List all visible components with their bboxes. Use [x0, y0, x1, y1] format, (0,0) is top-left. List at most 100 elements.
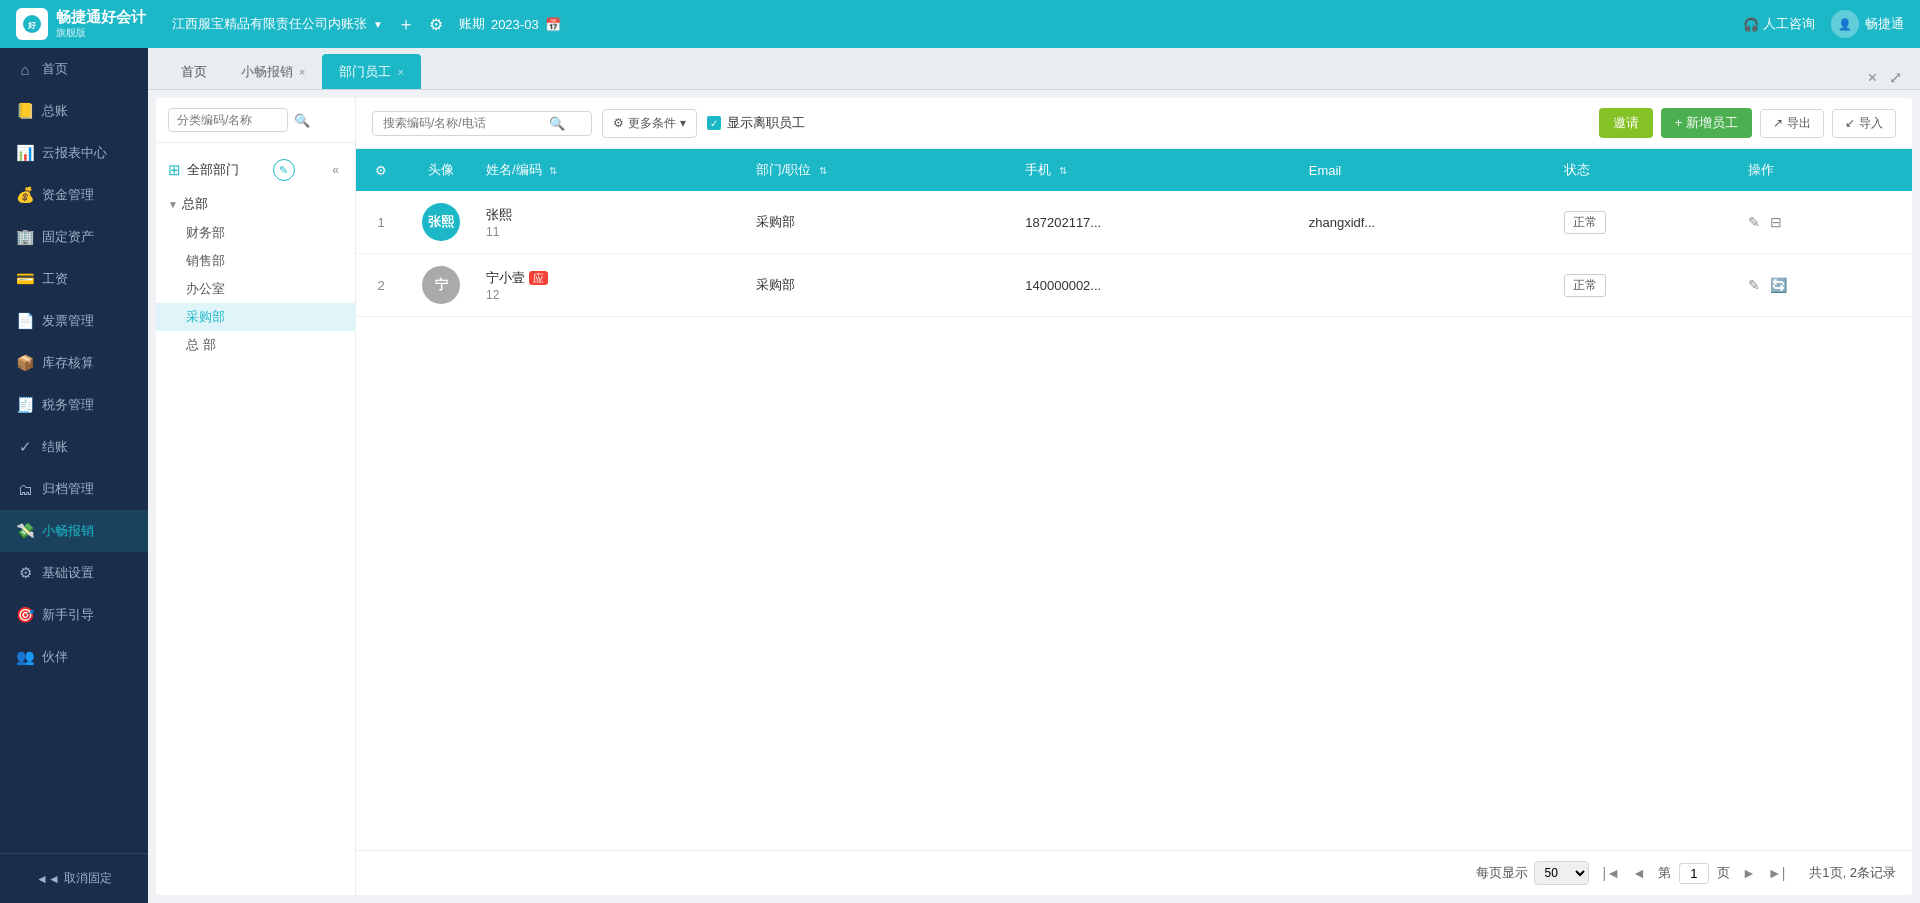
logout-employee-button[interactable]: ⊟: [1770, 214, 1782, 230]
user-profile[interactable]: 👤 畅捷通: [1831, 10, 1904, 38]
window-close-button[interactable]: ×: [1866, 67, 1879, 89]
window-maximize-button[interactable]: ⤢: [1887, 66, 1904, 89]
invoice-icon: 📄: [16, 312, 34, 330]
sidebar-item-inventory[interactable]: 📦 库存核算: [0, 342, 148, 384]
header-add-button[interactable]: ＋: [397, 12, 415, 36]
sidebar-item-expense[interactable]: 💸 小畅报销: [0, 510, 148, 552]
prev-page-button[interactable]: ◄: [1628, 863, 1650, 883]
dept-tree: ⊞ 全部部门 ✎ « ▼ 总部 财务部 销售部 办公室 采购部: [156, 143, 355, 895]
employee-dept: 采购部: [746, 254, 1016, 317]
filter-icon: ⚙: [613, 116, 624, 130]
home-icon: ⌂: [16, 61, 34, 78]
sidebar-label-archive: 归档管理: [42, 480, 94, 498]
main-layout: ⌂ 首页 📒 总账 📊 云报表中心 💰 资金管理 🏢 固定资产 💳 工资 📄 发…: [0, 48, 1920, 903]
sidebar-item-cloud-report[interactable]: 📊 云报表中心: [0, 132, 148, 174]
tab-dept-employee-label: 部门员工: [339, 63, 391, 81]
edit-employee-button[interactable]: ✎: [1748, 277, 1760, 293]
table-header: ⚙ 头像 姓名/编码 ⇅ 部门/职位 ⇅ 手机 ⇅ Email 状态 操作: [356, 149, 1912, 191]
delete-employee-button[interactable]: 🔄: [1770, 277, 1787, 293]
app-name: 畅捷通好会计 旗舰版: [56, 8, 146, 40]
import-button[interactable]: ↙ 导入: [1832, 109, 1896, 138]
period-value: 2023-03: [491, 17, 539, 32]
grid-icon: ⊞: [168, 161, 181, 179]
dept-collapse-button[interactable]: «: [328, 163, 343, 177]
col-name-code[interactable]: 姓名/编码 ⇅: [476, 149, 746, 191]
per-page-selector: 每页显示 50 10 20 100: [1476, 861, 1589, 885]
sidebar-item-guide[interactable]: 🎯 新手引导: [0, 594, 148, 636]
logo-area: 好 畅捷通好会计 旗舰版: [16, 8, 164, 40]
sidebar-item-general-ledger[interactable]: 📒 总账: [0, 90, 148, 132]
sidebar-item-fund[interactable]: 💰 资金管理: [0, 174, 148, 216]
sidebar-item-fixed-assets[interactable]: 🏢 固定资产: [0, 216, 148, 258]
next-page-button[interactable]: ►: [1738, 863, 1760, 883]
dept-child-finance[interactable]: 财务部: [156, 219, 355, 247]
first-page-button[interactable]: |◄: [1599, 863, 1625, 883]
expense-icon: 💸: [16, 522, 34, 540]
col-action: 操作: [1738, 149, 1912, 191]
tab-expense-label: 小畅报销: [241, 63, 293, 81]
col-dept-position[interactable]: 部门/职位 ⇅: [746, 149, 1016, 191]
period-label: 账期: [459, 15, 485, 33]
company-selector[interactable]: 江西服宝精品有限责任公司内账张 ▼: [172, 15, 383, 33]
col-phone[interactable]: 手机 ⇅: [1015, 149, 1298, 191]
sidebar-item-tax[interactable]: 🧾 税务管理: [0, 384, 148, 426]
employee-status: 正常: [1554, 254, 1737, 317]
tab-dept-employee[interactable]: 部门员工 ×: [322, 54, 420, 89]
content-area: 首页 小畅报销 × 部门员工 × × ⤢ 🔍: [148, 48, 1920, 903]
invite-button[interactable]: 邀请: [1599, 108, 1653, 138]
filter-button[interactable]: ⚙ 更多条件 ▾: [602, 109, 697, 138]
sidebar-item-invoice[interactable]: 📄 发票管理: [0, 300, 148, 342]
current-page-input[interactable]: 1: [1679, 863, 1709, 884]
table-row: 2宁宁小壹应12采购部140000002...正常✎🔄: [356, 254, 1912, 317]
filter-arrow: ▾: [680, 116, 686, 130]
header-settings-icon[interactable]: ⚙: [429, 15, 443, 34]
employee-avatar-cell: 宁: [406, 254, 476, 317]
dept-header-zongbu[interactable]: ▼ 总部: [156, 189, 355, 219]
dept-edit-button[interactable]: ✎: [273, 159, 295, 181]
partner-icon: 👥: [16, 648, 34, 666]
last-page-button[interactable]: ►|: [1764, 863, 1790, 883]
edit-employee-button[interactable]: ✎: [1748, 214, 1760, 230]
col-settings[interactable]: ⚙: [356, 149, 406, 191]
tab-home[interactable]: 首页: [164, 54, 224, 89]
sidebar-item-settlement[interactable]: ✓ 结账: [0, 426, 148, 468]
calendar-icon[interactable]: 📅: [545, 17, 561, 32]
dept-child-general[interactable]: 总 部: [156, 331, 355, 359]
sidebar-label-cloud-report: 云报表中心: [42, 144, 107, 162]
export-button[interactable]: ↗ 导出: [1760, 109, 1824, 138]
sidebar-bottom: ◄◄ 取消固定: [0, 853, 148, 903]
per-page-select[interactable]: 50 10 20 100: [1534, 861, 1589, 885]
dept-child-office[interactable]: 办公室: [156, 275, 355, 303]
sidebar-label-general-ledger: 总账: [42, 102, 68, 120]
dept-search-input[interactable]: [168, 108, 288, 132]
dept-all-button[interactable]: ⊞ 全部部门 ✎ «: [156, 151, 355, 189]
export-label: 导出: [1787, 115, 1811, 132]
employee-code: 12: [486, 288, 499, 302]
tab-expense[interactable]: 小畅报销 ×: [224, 54, 322, 89]
tab-expense-close[interactable]: ×: [299, 66, 305, 78]
tab-home-label: 首页: [181, 63, 207, 81]
show-resigned-toggle[interactable]: ✓ 显示离职员工: [707, 114, 805, 132]
employee-code: 11: [486, 225, 499, 239]
tab-dept-employee-close[interactable]: ×: [397, 66, 403, 78]
dept-child-sales[interactable]: 销售部: [156, 247, 355, 275]
toolbar-right: 邀请 + 新增员工 ↗ 导出 ↙ 导入: [1599, 108, 1896, 138]
company-name: 江西服宝精品有限责任公司内账张: [172, 15, 367, 33]
tab-bar: 首页 小畅报销 × 部门员工 × × ⤢: [148, 48, 1920, 90]
cancel-fixed-button[interactable]: ◄◄ 取消固定: [0, 862, 148, 895]
add-employee-button[interactable]: + 新增员工: [1661, 108, 1752, 138]
sidebar-item-partner[interactable]: 👥 伙伴: [0, 636, 148, 678]
col-email: Email: [1299, 149, 1555, 191]
page-content: 🔍 ⊞ 全部部门 ✎ « ▼ 总部 财务部: [156, 98, 1912, 895]
sidebar-item-payroll[interactable]: 💳 工资: [0, 258, 148, 300]
employee-search-input[interactable]: [383, 116, 543, 130]
dept-child-purchase[interactable]: 采购部: [156, 303, 355, 331]
assets-icon: 🏢: [16, 228, 34, 246]
employee-phone: 187202117...: [1015, 191, 1298, 254]
sidebar-item-archive[interactable]: 🗂 归档管理: [0, 468, 148, 510]
sidebar-item-basic-settings[interactable]: ⚙ 基础设置: [0, 552, 148, 594]
action-buttons: ✎🔄: [1748, 277, 1902, 293]
sidebar-item-home[interactable]: ⌂ 首页: [0, 48, 148, 90]
service-button[interactable]: 🎧 人工咨询: [1743, 15, 1815, 33]
sidebar-label-expense: 小畅报销: [42, 522, 94, 540]
